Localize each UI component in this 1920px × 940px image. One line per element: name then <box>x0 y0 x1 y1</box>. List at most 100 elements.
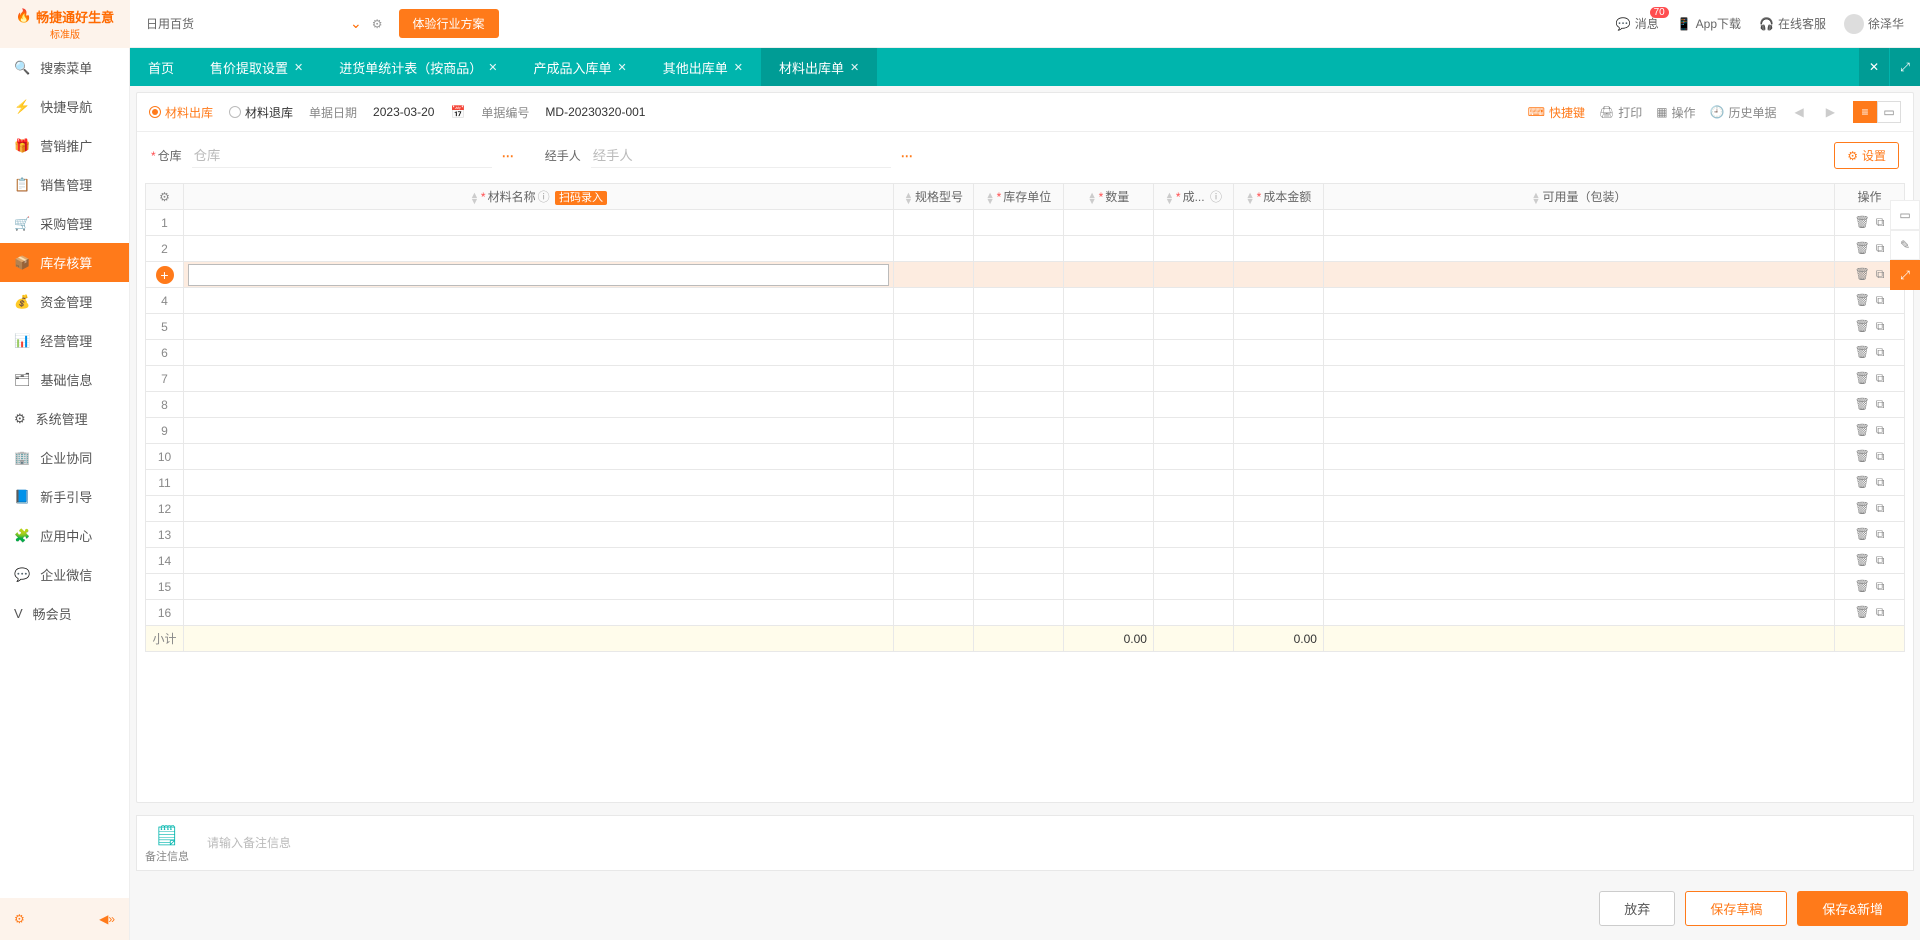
cost-cell[interactable] <box>1153 444 1233 470</box>
radio-material-out[interactable]: 材料出库 <box>149 104 213 121</box>
help-icon[interactable]: ⓘ <box>1210 190 1222 204</box>
cost-cell[interactable] <box>1153 574 1233 600</box>
amount-cell[interactable] <box>1233 522 1323 548</box>
cost-cell[interactable] <box>1153 522 1233 548</box>
amount-cell[interactable] <box>1233 340 1323 366</box>
close-icon[interactable]: ✕ <box>488 61 497 74</box>
material-cell[interactable] <box>184 236 894 262</box>
copy-icon[interactable]: ⧉ <box>1876 579 1885 593</box>
add-row-button[interactable]: + <box>156 266 174 284</box>
amount-cell[interactable] <box>1233 470 1323 496</box>
float-btn-2[interactable]: ✎ <box>1890 230 1920 260</box>
spec-cell[interactable] <box>893 574 973 600</box>
qty-cell[interactable] <box>1063 600 1153 626</box>
sidebar-item-8[interactable]: 🗂基础信息 <box>0 360 129 399</box>
delete-icon[interactable]: 🗑 <box>1855 241 1870 255</box>
avail-cell[interactable] <box>1323 314 1834 340</box>
unit-cell[interactable] <box>973 392 1063 418</box>
cost-cell[interactable] <box>1153 548 1233 574</box>
spec-cell[interactable] <box>893 314 973 340</box>
avail-cell[interactable] <box>1323 496 1834 522</box>
unit-cell[interactable] <box>973 574 1063 600</box>
avail-cell[interactable] <box>1323 574 1834 600</box>
tab-3[interactable]: 产成品入库单✕ <box>515 48 644 86</box>
delete-icon[interactable]: 🗑 <box>1855 501 1870 515</box>
history-button[interactable]: 🕘历史单据 <box>1710 104 1777 121</box>
copy-icon[interactable]: ⧉ <box>1876 501 1885 515</box>
copy-icon[interactable]: ⧉ <box>1876 527 1885 541</box>
unit-cell[interactable] <box>973 366 1063 392</box>
close-icon[interactable]: ✕ <box>294 61 303 74</box>
spec-cell[interactable] <box>893 600 973 626</box>
qty-cell[interactable] <box>1063 444 1153 470</box>
calendar-icon[interactable]: 📅 <box>450 105 465 119</box>
table-row[interactable]: 6🗑⧉ <box>146 340 1905 366</box>
col-spec[interactable]: ▲▼规格型号 <box>893 184 973 210</box>
amount-cell[interactable] <box>1233 548 1323 574</box>
qty-cell[interactable] <box>1063 496 1153 522</box>
table-row[interactable]: 5🗑⧉ <box>146 314 1905 340</box>
unit-cell[interactable] <box>973 340 1063 366</box>
cost-cell[interactable] <box>1153 288 1233 314</box>
material-cell[interactable] <box>184 600 894 626</box>
col-qty[interactable]: ▲▼*数量 <box>1063 184 1153 210</box>
delete-icon[interactable]: 🗑 <box>1855 605 1870 619</box>
copy-icon[interactable]: ⧉ <box>1876 449 1885 463</box>
material-cell[interactable] <box>184 392 894 418</box>
cost-cell[interactable] <box>1153 314 1233 340</box>
amount-cell[interactable] <box>1233 210 1323 236</box>
prev-doc-button[interactable]: ◀ <box>1791 105 1808 119</box>
table-row[interactable]: 10🗑⧉ <box>146 444 1905 470</box>
material-cell[interactable] <box>184 444 894 470</box>
table-row[interactable]: 9🗑⧉ <box>146 418 1905 444</box>
close-icon[interactable]: ✕ <box>850 61 859 74</box>
cost-cell[interactable] <box>1153 210 1233 236</box>
view-list-button[interactable]: ≡ <box>1853 101 1877 123</box>
spec-cell[interactable] <box>893 210 973 236</box>
save-new-button[interactable]: 保存&新增 <box>1797 891 1908 926</box>
material-cell[interactable] <box>184 548 894 574</box>
amount-cell[interactable] <box>1233 600 1323 626</box>
copy-icon[interactable]: ⧉ <box>1876 319 1885 333</box>
handler-picker-icon[interactable]: ⋯ <box>901 149 914 163</box>
amount-cell[interactable] <box>1233 392 1323 418</box>
unit-cell[interactable] <box>973 444 1063 470</box>
material-cell[interactable] <box>184 496 894 522</box>
user-menu[interactable]: 徐泽华 <box>1844 14 1904 34</box>
tab-more-button[interactable]: ⤢ <box>1890 48 1920 86</box>
tab-0[interactable]: 首页 <box>130 48 192 86</box>
qty-cell[interactable] <box>1063 366 1153 392</box>
table-row[interactable]: 15🗑⧉ <box>146 574 1905 600</box>
qty-cell[interactable] <box>1063 262 1153 288</box>
delete-icon[interactable]: 🗑 <box>1855 345 1870 359</box>
close-icon[interactable]: ✕ <box>618 61 627 74</box>
delete-icon[interactable]: 🗑 <box>1855 579 1870 593</box>
sidebar-item-4[interactable]: 🛒采购管理 <box>0 204 129 243</box>
qty-cell[interactable] <box>1063 236 1153 262</box>
delete-icon[interactable]: 🗑 <box>1855 267 1870 281</box>
delete-icon[interactable]: 🗑 <box>1855 553 1870 567</box>
table-row[interactable]: 2🗑⧉ <box>146 236 1905 262</box>
sidebar-item-0[interactable]: 🔍搜索菜单 <box>0 48 129 87</box>
material-cell[interactable] <box>184 366 894 392</box>
close-icon[interactable]: ✕ <box>734 61 743 74</box>
delete-icon[interactable]: 🗑 <box>1855 475 1870 489</box>
unit-cell[interactable] <box>973 470 1063 496</box>
material-cell[interactable] <box>184 314 894 340</box>
sidebar-item-3[interactable]: 📋销售管理 <box>0 165 129 204</box>
material-cell[interactable] <box>184 522 894 548</box>
avail-cell[interactable] <box>1323 600 1834 626</box>
scan-tag[interactable]: 扫码录入 <box>555 191 607 205</box>
qty-cell[interactable] <box>1063 392 1153 418</box>
copy-icon[interactable]: ⧉ <box>1876 553 1885 567</box>
delete-icon[interactable]: 🗑 <box>1855 293 1870 307</box>
qty-cell[interactable] <box>1063 418 1153 444</box>
tab-2[interactable]: 进货单统计表（按商品）✕ <box>321 48 515 86</box>
spec-cell[interactable] <box>893 366 973 392</box>
unit-cell[interactable] <box>973 418 1063 444</box>
delete-icon[interactable]: 🗑 <box>1855 215 1870 229</box>
operations-button[interactable]: ▦操作 <box>1656 104 1695 121</box>
table-row[interactable]: +🗑⧉ <box>146 262 1905 288</box>
table-row[interactable]: 4🗑⧉ <box>146 288 1905 314</box>
avail-cell[interactable] <box>1323 288 1834 314</box>
